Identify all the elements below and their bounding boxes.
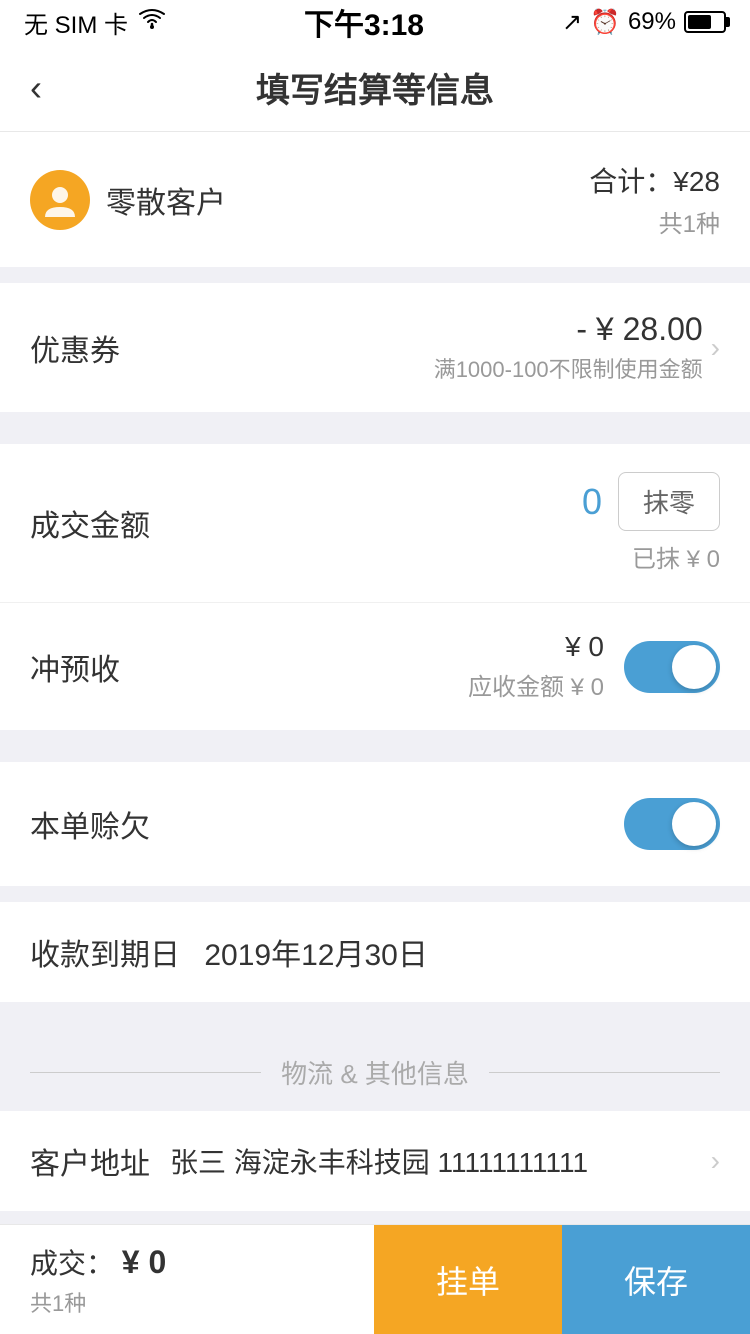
due-date-value: 2019年12月30日 xyxy=(204,939,427,972)
coupon-amount: - ¥ 28.00 xyxy=(434,311,703,348)
customer-name: 零散客户 xyxy=(106,178,226,222)
pre-receive-toggle[interactable] xyxy=(624,641,720,693)
deducted-text: 已抹 ¥ 0 xyxy=(632,539,720,574)
customer-count: 共1种 xyxy=(589,204,720,239)
address-value: 张三 海淀永丰科技园 11111111111 xyxy=(170,1141,691,1181)
bottom-deal-label: 成交： xyxy=(30,1248,114,1279)
pre-receive-receivable: 应收金额 ¥ 0 xyxy=(468,667,604,702)
coupon-row[interactable]: 优惠券 - ¥ 28.00 满1000-100不限制使用金额 › xyxy=(0,283,750,412)
separator-1 xyxy=(0,428,750,444)
debit-row: 本单赊欠 xyxy=(0,762,750,886)
status-bar: 无 SIM 卡 下午3:18 ↗ ⏰ 69% xyxy=(0,0,750,44)
round-zero-button[interactable]: 抹零 xyxy=(618,472,720,531)
back-button[interactable]: ‹ xyxy=(30,67,42,109)
transaction-right: 0 抹零 已抹 ¥ 0 xyxy=(582,472,720,574)
coupon-info: - ¥ 28.00 满1000-100不限制使用金额 xyxy=(434,311,703,384)
bottom-summary: 成交： ¥ 0 共1种 xyxy=(0,1242,374,1318)
transaction-amount[interactable]: 0 xyxy=(582,481,602,523)
coupon-label: 优惠券 xyxy=(30,326,120,370)
location-icon: ↗ xyxy=(562,8,582,37)
coupon-chevron-icon: › xyxy=(711,332,720,364)
due-date-row: 收款到期日 2019年12月30日 xyxy=(0,902,750,1002)
separator-3 xyxy=(0,1018,750,1034)
transaction-section: 成交金额 0 抹零 已抹 ¥ 0 冲预收 ¥ 0 应收金额 ¥ 0 xyxy=(0,444,750,730)
debit-toggle[interactable] xyxy=(624,798,720,850)
customer-total: 合计：¥28 xyxy=(589,160,720,200)
due-date-content: 收款到期日 2019年12月30日 xyxy=(30,930,720,974)
hold-button[interactable]: 挂单 xyxy=(374,1225,562,1334)
pre-receive-row: 冲预收 ¥ 0 应收金额 ¥ 0 xyxy=(0,603,750,730)
logistics-text: 物流 & 其他信息 xyxy=(281,1054,469,1091)
sim-status: 无 SIM 卡 xyxy=(24,5,128,40)
coupon-desc: 满1000-100不限制使用金额 xyxy=(434,352,703,384)
wifi-icon xyxy=(138,8,166,37)
pre-receive-right-container: ¥ 0 应收金额 ¥ 0 xyxy=(468,631,720,702)
transaction-top: 0 抹零 xyxy=(582,472,720,531)
nav-bar: ‹ 填写结算等信息 xyxy=(0,44,750,132)
bottom-deal-amount: ¥ 0 xyxy=(122,1244,166,1280)
toggle-knob xyxy=(672,645,716,689)
status-left: 无 SIM 卡 xyxy=(24,5,166,40)
logistics-line-right xyxy=(489,1072,720,1073)
alarm-icon: ⏰ xyxy=(590,8,620,37)
page-title: 填写结算等信息 xyxy=(256,63,494,112)
coupon-right: - ¥ 28.00 满1000-100不限制使用金额 › xyxy=(434,311,720,384)
pre-receive-label: 冲预收 xyxy=(30,645,190,689)
customer-left: 零散客户 xyxy=(30,170,226,230)
bottom-bar: 成交： ¥ 0 共1种 挂单 保存 xyxy=(0,1224,750,1334)
debit-toggle-knob xyxy=(672,802,716,846)
status-time: 下午3:18 xyxy=(304,0,424,44)
pre-receive-info: ¥ 0 应收金额 ¥ 0 xyxy=(468,631,604,702)
due-date-label: 收款到期日 xyxy=(30,939,180,972)
save-button[interactable]: 保存 xyxy=(562,1225,750,1334)
debit-label: 本单赊欠 xyxy=(30,802,150,846)
logistics-divider: 物流 & 其他信息 xyxy=(0,1034,750,1111)
transaction-label: 成交金额 xyxy=(30,501,190,545)
status-right: ↗ ⏰ 69% xyxy=(562,8,726,37)
battery-percentage: 69% xyxy=(628,8,676,36)
customer-avatar xyxy=(30,170,90,230)
address-chevron-icon: › xyxy=(711,1145,720,1177)
pre-receive-amount: ¥ 0 xyxy=(468,631,604,663)
customer-right: 合计：¥28 共1种 xyxy=(589,160,720,239)
bottom-count: 共1种 xyxy=(30,1286,344,1318)
separator-2 xyxy=(0,746,750,762)
address-row[interactable]: 客户地址 张三 海淀永丰科技园 11111111111 › xyxy=(0,1111,750,1211)
content: 零散客户 合计：¥28 共1种 优惠券 - ¥ 28.00 满1000-100不… xyxy=(0,132,750,1331)
logistics-line-left xyxy=(30,1072,261,1073)
battery-icon xyxy=(684,11,726,33)
customer-row: 零散客户 合计：¥28 共1种 xyxy=(0,132,750,267)
transaction-row: 成交金额 0 抹零 已抹 ¥ 0 xyxy=(0,444,750,603)
bottom-deal-row: 成交： ¥ 0 xyxy=(30,1242,344,1282)
address-label: 客户地址 xyxy=(30,1139,150,1183)
